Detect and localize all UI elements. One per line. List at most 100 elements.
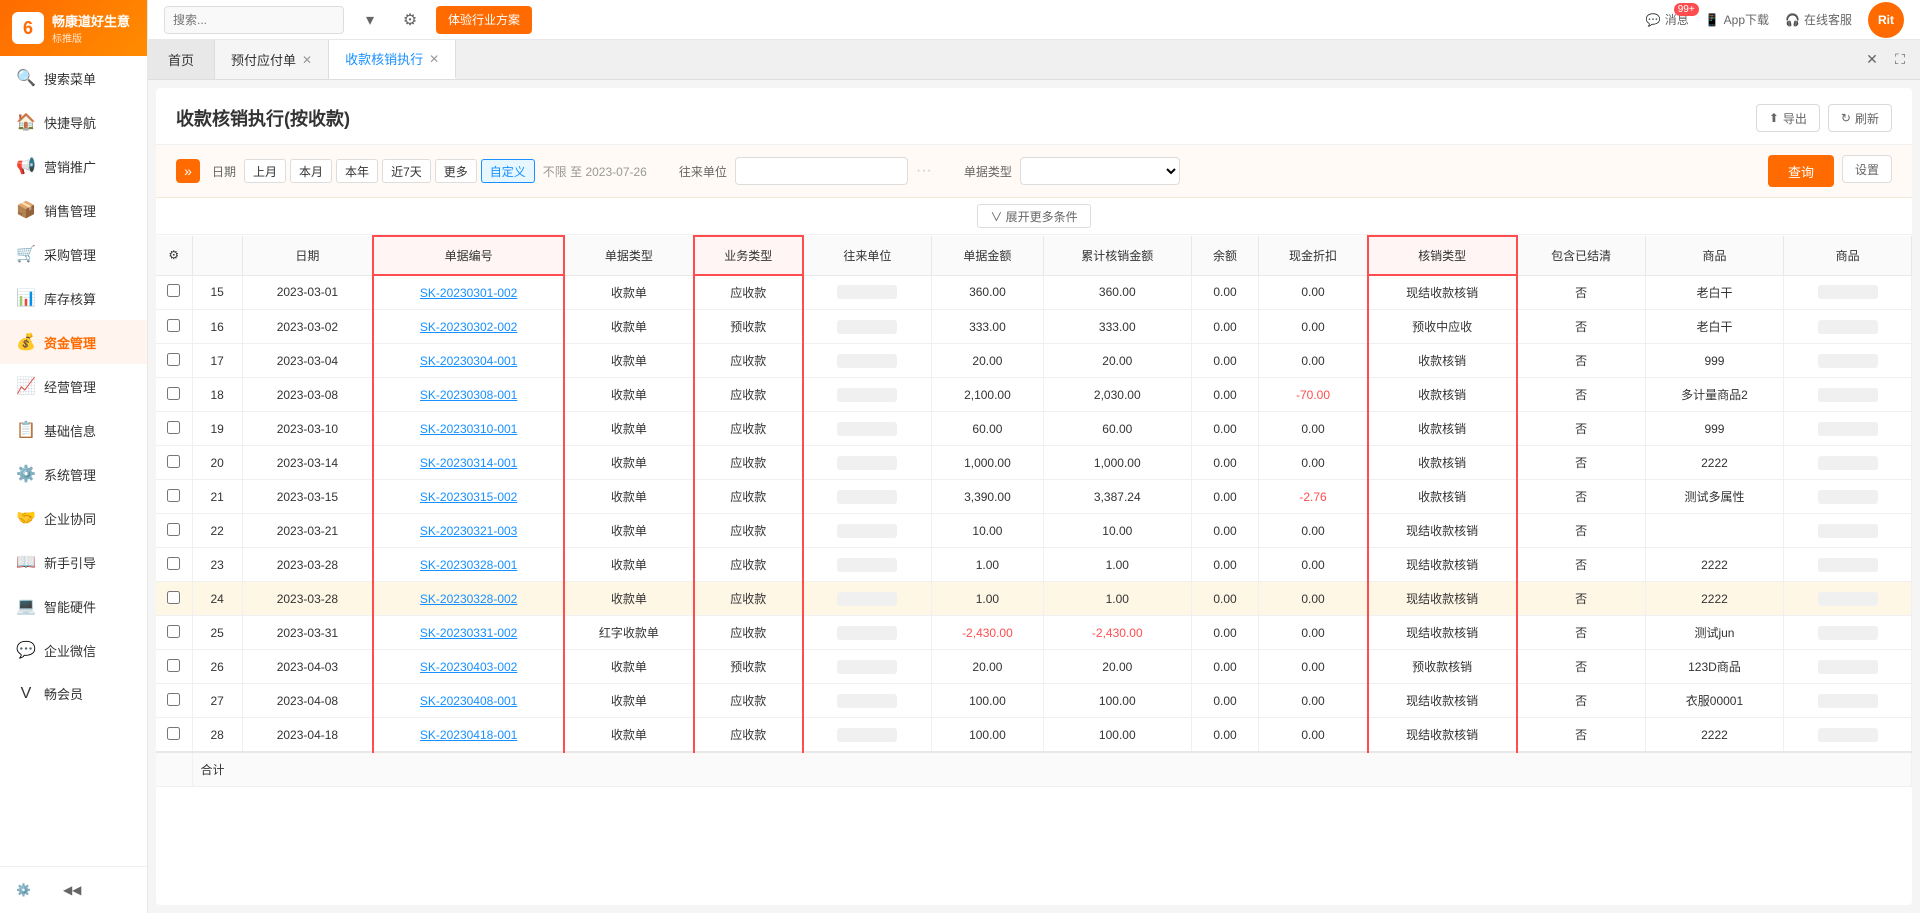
docno-link[interactable]: SK-20230310-001 <box>420 422 517 436</box>
col-header-settings[interactable]: ⚙ <box>156 236 192 275</box>
tab-prepay-close[interactable]: ✕ <box>302 53 312 67</box>
cell-settings[interactable] <box>156 650 192 684</box>
sidebar-settings-btn[interactable]: ⚙️ <box>0 875 47 905</box>
partner-input[interactable] <box>735 157 908 185</box>
row-checkbox[interactable] <box>167 421 180 434</box>
tabbar-close-btn[interactable]: ✕ <box>1860 48 1884 72</box>
col-header-writetype[interactable]: 核销类型 <box>1368 236 1517 275</box>
table-wrapper[interactable]: ⚙ 日期 单据编号 单据类型 业务类型 往来单位 单据金额 累计核销金额 余额 … <box>156 235 1912 905</box>
sidebar-item-finance[interactable]: 💰 资金管理 <box>0 320 147 364</box>
query-btn[interactable]: 查询 <box>1768 155 1834 187</box>
docno-link[interactable]: SK-20230328-002 <box>420 592 517 606</box>
docno-link[interactable]: SK-20230408-001 <box>420 694 517 708</box>
topbar-gear-btn[interactable]: ⚙ <box>396 6 424 34</box>
row-checkbox[interactable] <box>167 387 180 400</box>
col-header-doctype[interactable]: 单据类型 <box>564 236 693 275</box>
row-checkbox[interactable] <box>167 557 180 570</box>
date-custom-btn[interactable]: 自定义 <box>481 159 535 183</box>
cell-settings[interactable] <box>156 582 192 616</box>
row-checkbox[interactable] <box>167 353 180 366</box>
topbar-solution-btn[interactable]: 体验行业方案 <box>436 6 532 34</box>
docno-link[interactable]: SK-20230308-001 <box>420 388 517 402</box>
sidebar-item-search[interactable]: 🔍 搜索菜单 <box>0 56 147 100</box>
sidebar-item-cooperation[interactable]: 🤝 企业协同 <box>0 496 147 540</box>
cell-settings[interactable] <box>156 412 192 446</box>
cell-settings[interactable] <box>156 344 192 378</box>
row-checkbox[interactable] <box>167 659 180 672</box>
docno-link[interactable]: SK-20230314-001 <box>420 456 517 470</box>
sidebar-item-inventory[interactable]: 📊 库存核算 <box>0 276 147 320</box>
row-checkbox[interactable] <box>167 693 180 706</box>
docno-link[interactable]: SK-20230328-001 <box>420 558 517 572</box>
row-checkbox[interactable] <box>167 727 180 740</box>
docno-link[interactable]: SK-20230304-001 <box>420 354 517 368</box>
docno-link[interactable]: SK-20230418-001 <box>420 728 517 742</box>
row-checkbox[interactable] <box>167 591 180 604</box>
topbar-search-input[interactable] <box>164 6 344 34</box>
tab-home[interactable]: 首页 <box>148 40 215 79</box>
col-header-partner[interactable]: 往来单位 <box>803 236 931 275</box>
cell-settings[interactable] <box>156 310 192 344</box>
col-header-goods[interactable]: 商品 <box>1645 236 1784 275</box>
refresh-btn[interactable]: ↻ 刷新 <box>1828 104 1892 132</box>
date-this-month-btn[interactable]: 本月 <box>290 159 332 183</box>
col-header-discount[interactable]: 现金折扣 <box>1259 236 1368 275</box>
tab-prepay[interactable]: 预付应付单 ✕ <box>215 40 329 79</box>
row-checkbox[interactable] <box>167 455 180 468</box>
tab-collection-close[interactable]: ✕ <box>429 52 439 66</box>
partner-more-btn[interactable]: ··· <box>916 162 932 180</box>
date-more-btn[interactable]: 更多 <box>435 159 477 183</box>
cell-settings[interactable] <box>156 548 192 582</box>
row-checkbox[interactable] <box>167 523 180 536</box>
expand-more-btn[interactable]: ∨ 展开更多条件 <box>977 204 1090 228</box>
tab-collection[interactable]: 收款核销执行 ✕ <box>329 40 456 79</box>
topbar-app-download-btn[interactable]: 📱 App下载 <box>1705 11 1769 28</box>
date-7days-btn[interactable]: 近7天 <box>382 159 431 183</box>
row-checkbox[interactable] <box>167 319 180 332</box>
col-header-amount[interactable]: 单据金额 <box>931 236 1043 275</box>
date-this-year-btn[interactable]: 本年 <box>336 159 378 183</box>
sidebar-item-member[interactable]: V 畅会员 <box>0 672 147 715</box>
sidebar-item-hardware[interactable]: 💻 智能硬件 <box>0 584 147 628</box>
settings-btn[interactable]: 设置 <box>1842 155 1892 183</box>
docno-link[interactable]: SK-20230315-002 <box>420 490 517 504</box>
docno-link[interactable]: SK-20230321-003 <box>420 524 517 538</box>
avatar[interactable]: Rit <box>1868 2 1904 38</box>
cell-settings[interactable] <box>156 718 192 753</box>
col-header-biztype[interactable]: 业务类型 <box>694 236 803 275</box>
docno-link[interactable]: SK-20230403-002 <box>420 660 517 674</box>
docno-link[interactable]: SK-20230301-002 <box>420 286 517 300</box>
col-header-verified[interactable]: 累计核销金额 <box>1044 236 1192 275</box>
sidebar-item-purchase[interactable]: 🛒 采购管理 <box>0 232 147 276</box>
tabbar-expand-btn[interactable]: ⛶ <box>1888 48 1912 72</box>
sidebar-item-sales[interactable]: 📦 销售管理 <box>0 188 147 232</box>
topbar-dropdown-btn[interactable]: ▾ <box>356 6 384 34</box>
col-header-includecleared[interactable]: 包含已结清 <box>1517 236 1645 275</box>
docno-link[interactable]: SK-20230331-002 <box>420 626 517 640</box>
cell-settings[interactable] <box>156 514 192 548</box>
row-checkbox[interactable] <box>167 625 180 638</box>
sidebar-item-system[interactable]: ⚙️ 系统管理 <box>0 452 147 496</box>
col-header-goods2[interactable]: 商品 <box>1784 236 1912 275</box>
sidebar-item-quicknav[interactable]: 🏠 快捷导航 <box>0 100 147 144</box>
col-header-docno[interactable]: 单据编号 <box>373 236 564 275</box>
doctype-select[interactable] <box>1020 157 1180 185</box>
sidebar-item-baseinfo[interactable]: 📋 基础信息 <box>0 408 147 452</box>
cell-settings[interactable] <box>156 616 192 650</box>
filter-expand-btn[interactable]: » <box>176 159 200 183</box>
topbar-service-btn[interactable]: 🎧 在线客服 <box>1785 11 1852 28</box>
export-btn[interactable]: ⬆ 导出 <box>1756 104 1820 132</box>
topbar-message-btn[interactable]: 💬 消息 99+ <box>1646 11 1689 28</box>
sidebar-item-operations[interactable]: 📈 经营管理 <box>0 364 147 408</box>
cell-settings[interactable] <box>156 378 192 412</box>
cell-settings[interactable] <box>156 684 192 718</box>
cell-settings[interactable] <box>156 446 192 480</box>
row-checkbox[interactable] <box>167 284 180 297</box>
sidebar-collapse-btn[interactable]: ◀◀ <box>47 875 97 905</box>
col-header-date[interactable]: 日期 <box>242 236 373 275</box>
sidebar-item-guide[interactable]: 📖 新手引导 <box>0 540 147 584</box>
sidebar-item-wechat[interactable]: 💬 企业微信 <box>0 628 147 672</box>
date-last-month-btn[interactable]: 上月 <box>244 159 286 183</box>
col-header-balance[interactable]: 余额 <box>1191 236 1259 275</box>
row-checkbox[interactable] <box>167 489 180 502</box>
